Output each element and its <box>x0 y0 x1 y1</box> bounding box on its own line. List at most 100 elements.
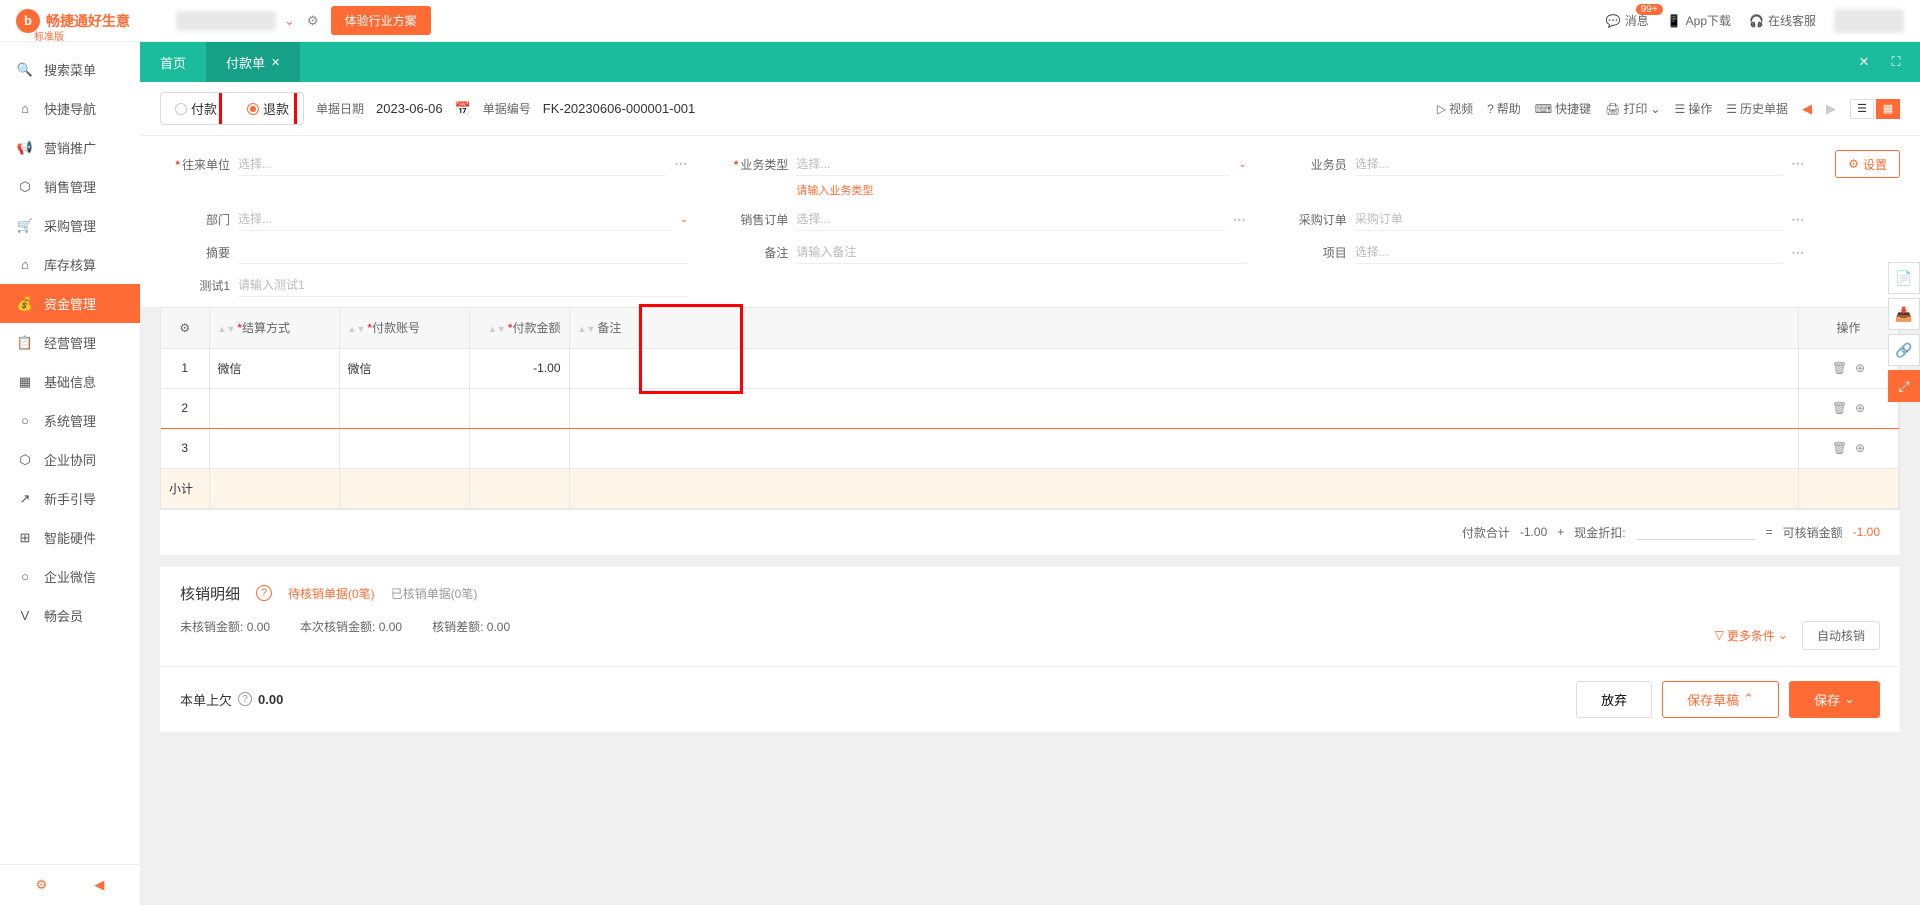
sidebar-item-3[interactable]: ⬡销售管理 <box>0 167 140 206</box>
abandon-button[interactable]: 放弃 <box>1576 681 1652 718</box>
tab-home[interactable]: 首页 <box>140 42 206 82</box>
more-filter-link[interactable]: ▽ 更多条件 ⌄ <box>1715 627 1788 644</box>
summary-input[interactable] <box>238 241 688 264</box>
chevron-down-icon[interactable]: ⌄ <box>1238 159 1246 170</box>
float-note-icon[interactable]: 📄 <box>1888 262 1920 294</box>
sidebar-item-12[interactable]: ⊞智能硬件 <box>0 518 140 557</box>
vendor-more-icon[interactable]: ⋯ <box>674 156 688 172</box>
print-link[interactable]: 🖨 打印 ⌄ <box>1605 100 1660 117</box>
sidebar-item-11[interactable]: ↗新手引导 <box>0 479 140 518</box>
table-row[interactable]: 3 🗑⊕ <box>161 428 1899 468</box>
help-icon[interactable]: ? <box>238 692 252 706</box>
delete-icon[interactable]: 🗑 <box>1832 361 1847 375</box>
footer-bar: 本单上欠 ? 0.00 放弃 保存草稿 ⌃ 保存 ⌄ <box>160 666 1900 732</box>
form-settings-button[interactable]: ⚙ 设置 <box>1835 150 1900 178</box>
biztype-error: 请输入业务类型 <box>796 182 1246 198</box>
top-header: b 畅捷通好生意 标准版 ⌄ ⚙ 体验行业方案 💬 消息 99+ 📱 App下载… <box>0 0 1920 42</box>
operate-link[interactable]: ☰ 操作 <box>1674 100 1712 117</box>
online-service-link[interactable]: 🎧 在线客服 <box>1749 12 1816 29</box>
table-row[interactable]: 1 微信 微信 -1.00 🗑⊕ <box>161 348 1899 388</box>
test1-input[interactable] <box>238 274 688 297</box>
messages-link[interactable]: 💬 消息 99+ <box>1606 12 1649 29</box>
save-button[interactable]: 保存 ⌄ <box>1789 681 1880 718</box>
verif-tab-pending[interactable]: 待核销单据(0笔) <box>288 585 375 602</box>
close-icon[interactable]: ✕ <box>271 56 280 69</box>
sidebar-item-9[interactable]: ○系统管理 <box>0 401 140 440</box>
prev-doc-icon[interactable]: ◀ <box>1802 101 1812 117</box>
logo: b 畅捷通好生意 标准版 <box>16 9 156 33</box>
chevron-down-icon[interactable]: ⌄ <box>680 214 688 225</box>
add-icon[interactable]: ⊕ <box>1855 361 1865 375</box>
view-list-icon[interactable]: ☰ <box>1850 99 1874 119</box>
add-icon[interactable]: ⊕ <box>1855 401 1865 415</box>
purchase-more-icon[interactable]: ⋯ <box>1791 212 1805 228</box>
org-dropdown-icon[interactable]: ⌄ <box>284 13 295 29</box>
remark-input[interactable] <box>796 241 1246 264</box>
float-expand-icon[interactable]: ⤢ <box>1888 370 1920 402</box>
sidebar-item-13[interactable]: ○企业微信 <box>0 557 140 596</box>
calendar-icon[interactable]: 📅 <box>455 101 471 117</box>
help-link[interactable]: ? 帮助 <box>1487 100 1521 117</box>
next-doc-icon[interactable]: ▶ <box>1826 101 1836 117</box>
sidebar-collapse-icon[interactable]: ◀ <box>94 877 104 893</box>
clerk-more-icon[interactable]: ⋯ <box>1791 156 1805 172</box>
sidebar-item-1[interactable]: ⌂快捷导航 <box>0 89 140 128</box>
col-account[interactable]: ▲▼*付款账号 <box>339 308 469 348</box>
delete-icon[interactable]: 🗑 <box>1832 401 1847 415</box>
purchase-order-input[interactable] <box>1355 208 1783 231</box>
save-draft-button[interactable]: 保存草稿 ⌃ <box>1662 681 1779 718</box>
tab-close-all-icon[interactable]: ✕ <box>1852 50 1876 74</box>
radio-payment[interactable]: 付款 <box>161 93 231 124</box>
col-gear[interactable]: ⚙ <box>161 308 209 348</box>
sidebar-item-8[interactable]: ▦基础信息 <box>0 362 140 401</box>
clerk-input[interactable] <box>1355 153 1783 176</box>
summary-label: 摘要 <box>160 244 230 261</box>
sidebar-item-7[interactable]: 📋经营管理 <box>0 323 140 362</box>
table-row[interactable]: 2 🗑⊕ <box>161 388 1899 428</box>
biztype-input[interactable] <box>796 153 1230 176</box>
view-grid-icon[interactable]: ▦ <box>1876 99 1900 119</box>
trial-button[interactable]: 体验行业方案 <box>331 6 431 35</box>
float-link-icon[interactable]: 🔗 <box>1888 334 1920 366</box>
form-area: *往来单位 ⋯ *业务类型 ⌄ 业务员 ⋯ ⚙ 设置 请输入业务类型 部门 <box>140 136 1920 307</box>
project-more-icon[interactable]: ⋯ <box>1791 245 1805 261</box>
settings-gear-icon[interactable]: ⚙ <box>307 13 319 29</box>
dept-input[interactable] <box>238 208 672 231</box>
sidebar-item-6[interactable]: 💰资金管理 <box>0 284 140 323</box>
help-icon[interactable]: ? <box>256 585 272 601</box>
sidebar-item-5[interactable]: ⌂库存核算 <box>0 245 140 284</box>
radio-refund[interactable]: 退款 <box>233 93 303 124</box>
col-method[interactable]: ▲▼*结算方式 <box>209 308 339 348</box>
sidebar-settings-icon[interactable]: ⚙ <box>36 877 48 893</box>
col-amount[interactable]: ▲▼*付款金额 <box>469 308 569 348</box>
video-link[interactable]: ▷ 视频 <box>1437 100 1473 117</box>
auto-verify-button[interactable]: 自动核销 <box>1802 621 1880 650</box>
add-icon[interactable]: ⊕ <box>1855 441 1865 455</box>
tab-payment[interactable]: 付款单 ✕ <box>206 42 300 82</box>
fullscreen-icon[interactable]: ⛶ <box>1884 50 1908 74</box>
sidebar-item-0[interactable]: 🔍搜索菜单 <box>0 50 140 89</box>
pay-total-value: -1.00 <box>1520 525 1547 539</box>
phone-icon: 📱 <box>1667 14 1682 28</box>
sales-order-label: 销售订单 <box>718 211 788 228</box>
float-inbox-icon[interactable]: 📥 <box>1888 298 1920 330</box>
sidebar-item-2[interactable]: 📢营销推广 <box>0 128 140 167</box>
vendor-input[interactable] <box>238 153 666 176</box>
sales-order-input[interactable] <box>796 208 1224 231</box>
verif-tab-done[interactable]: 已核销单据(0笔) <box>391 585 478 602</box>
sidebar-item-10[interactable]: ⬡企业协同 <box>0 440 140 479</box>
col-remark[interactable]: ▲▼备注 <box>569 308 1799 348</box>
shortcut-link[interactable]: ⌨ 快捷键 <box>1535 100 1591 117</box>
sales-more-icon[interactable]: ⋯ <box>1233 212 1247 228</box>
cash-discount-input[interactable] <box>1636 524 1756 540</box>
project-input[interactable] <box>1355 241 1783 264</box>
dept-label: 部门 <box>160 211 230 228</box>
sidebar-item-14[interactable]: V畅会员 <box>0 596 140 635</box>
date-label: 单据日期 <box>316 100 364 117</box>
history-link[interactable]: ☰ 历史单据 <box>1726 100 1788 117</box>
user-avatar-blur[interactable] <box>1834 9 1904 33</box>
app-download-link[interactable]: 📱 App下载 <box>1667 12 1731 29</box>
date-value[interactable]: 2023-06-06 <box>376 101 443 116</box>
delete-icon[interactable]: 🗑 <box>1832 441 1847 455</box>
sidebar-item-4[interactable]: 🛒采购管理 <box>0 206 140 245</box>
